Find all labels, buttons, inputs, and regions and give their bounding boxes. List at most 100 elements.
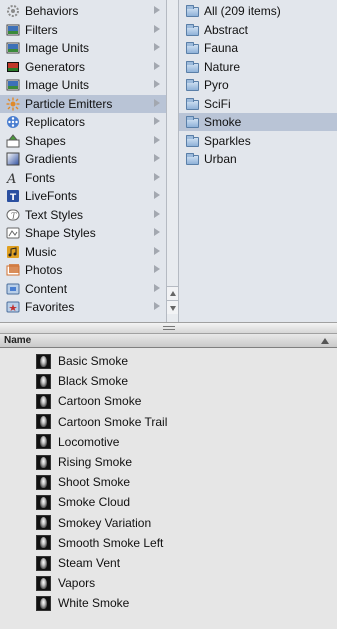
splitter-grip-icon [163, 326, 175, 330]
list-item[interactable]: Black Smoke [36, 371, 128, 391]
folder-shape [185, 97, 199, 110]
subfolder-item[interactable]: Nature [179, 58, 337, 76]
category-label: Particle Emitters [25, 96, 113, 111]
subfolder-item[interactable]: All (209 items) [179, 2, 337, 20]
category-label: Generators [25, 59, 86, 74]
list-item[interactable]: White Smoke [36, 593, 129, 613]
folder-shape [185, 23, 199, 36]
category-scrollbar[interactable] [166, 0, 178, 322]
photos-icon [6, 263, 20, 277]
list-item[interactable]: Cartoon Smoke Trail [36, 412, 167, 432]
folder-icon [185, 115, 199, 129]
category-item[interactable]: Generators [0, 58, 166, 76]
item-name: Black Smoke [58, 374, 129, 389]
category-item[interactable]: Particle Emitters [0, 94, 166, 113]
category-item[interactable]: Content [0, 280, 166, 298]
item-name: Shoot Smoke [58, 475, 131, 490]
chevron-right-icon [154, 283, 160, 292]
category-item[interactable]: Image Units [0, 39, 166, 57]
category-item[interactable]: Photos [0, 261, 166, 279]
chevron-right-icon [154, 24, 160, 33]
subfolder-item[interactable]: Sparkles [179, 132, 337, 150]
filters-icon [6, 23, 20, 37]
pane-splitter[interactable] [0, 322, 337, 334]
list-item[interactable]: Rising Smoke [36, 452, 132, 472]
category-label: Gradients [25, 152, 78, 166]
folder-shape [185, 116, 199, 128]
folder-shape [185, 42, 199, 54]
category-item[interactable]: Image Units [0, 76, 166, 94]
smoke-thumbnail-icon [36, 535, 51, 551]
particle-emitters-icon [6, 97, 20, 111]
category-item[interactable]: Filters [0, 21, 166, 39]
smoke-thumbnail-icon [36, 393, 51, 409]
category-item[interactable]: Favorites [0, 298, 166, 316]
subfolder-item[interactable]: Smoke [179, 113, 337, 131]
category-item[interactable]: Replicators [0, 113, 166, 131]
item-name: Basic Smoke [58, 354, 129, 368]
svg-text:A: A [6, 172, 16, 185]
category-item[interactable]: Behaviors [0, 2, 166, 20]
list-item[interactable]: Cartoon Smoke [36, 391, 141, 411]
generators-icon [6, 60, 20, 74]
name-column-header[interactable]: Name [4, 335, 31, 346]
shapes-icon [6, 133, 20, 148]
category-item[interactable]: Shape Styles [0, 224, 166, 242]
subfolder-column: All (209 items) Abstract Fauna Nature Pyro Sc… [178, 0, 337, 322]
chevron-right-icon [154, 80, 160, 88]
item-name: Smooth Smoke Left [58, 535, 164, 550]
smoke-plume [40, 476, 47, 488]
chevron-right-icon [154, 135, 160, 144]
chevron-right-icon [154, 191, 160, 199]
smoke-thumbnail-icon [36, 595, 51, 611]
gear-icon [6, 4, 20, 18]
smoke-thumbnail-icon [36, 494, 51, 510]
list-item[interactable]: Smooth Smoke Left [36, 533, 163, 553]
list-item[interactable]: Steam Vent [36, 553, 120, 573]
category-item[interactable]: T Text Styles [0, 206, 166, 224]
category-item[interactable]: Gradients [0, 150, 166, 168]
sort-ascending-icon[interactable] [321, 338, 329, 344]
smoke-plume [40, 436, 47, 448]
chevron-right-icon [154, 61, 160, 70]
chevron-right-icon [154, 209, 160, 218]
category-label: Shapes [25, 133, 66, 148]
subfolder-item[interactable]: Abstract [179, 21, 337, 39]
smoke-plume [40, 456, 47, 468]
item-name: Locomotive [58, 434, 120, 449]
subfolder-label: All (209 items) [204, 4, 281, 18]
list-item[interactable]: Smokey Variation [36, 513, 151, 533]
category-item[interactable]: Shapes [0, 132, 166, 150]
smoke-thumbnail-icon [36, 555, 51, 571]
smoke-thumbnail-icon [36, 434, 51, 450]
subfolder-item[interactable]: Urban [179, 150, 337, 168]
list-item[interactable]: Vapors [36, 573, 95, 593]
smoke-thumbnail-icon [36, 515, 51, 531]
chevron-right-icon [154, 265, 160, 273]
smoke-plume [40, 416, 47, 428]
replicators-icon [6, 115, 20, 129]
scroll-down-button[interactable] [166, 300, 178, 314]
subfolder-label: Abstract [204, 22, 249, 37]
subfolder-item[interactable]: SciFi [179, 95, 337, 113]
smoke-plume [40, 395, 47, 407]
subfolder-label: SciFi [204, 96, 231, 111]
content-icon [6, 282, 20, 296]
category-item[interactable]: Music [0, 243, 166, 261]
folder-icon [185, 97, 199, 111]
category-label: Music [25, 244, 57, 259]
scroll-up-button[interactable] [166, 286, 178, 300]
subfolder-item[interactable]: Fauna [179, 39, 337, 57]
smoke-plume [40, 355, 47, 367]
chevron-right-icon [154, 98, 160, 107]
subfolder-item[interactable]: Pyro [179, 76, 337, 94]
category-item[interactable]: T LiveFonts [0, 187, 166, 205]
list-item[interactable]: Smoke Cloud [36, 492, 130, 512]
category-item[interactable]: A Fonts [0, 169, 166, 187]
chevron-right-icon [154, 117, 160, 125]
svg-text:T: T [11, 211, 17, 220]
list-item[interactable]: Locomotive [36, 432, 119, 452]
list-item[interactable]: Shoot Smoke [36, 472, 130, 492]
list-item[interactable]: Basic Smoke [36, 351, 128, 371]
smoke-thumbnail-icon [36, 353, 51, 369]
